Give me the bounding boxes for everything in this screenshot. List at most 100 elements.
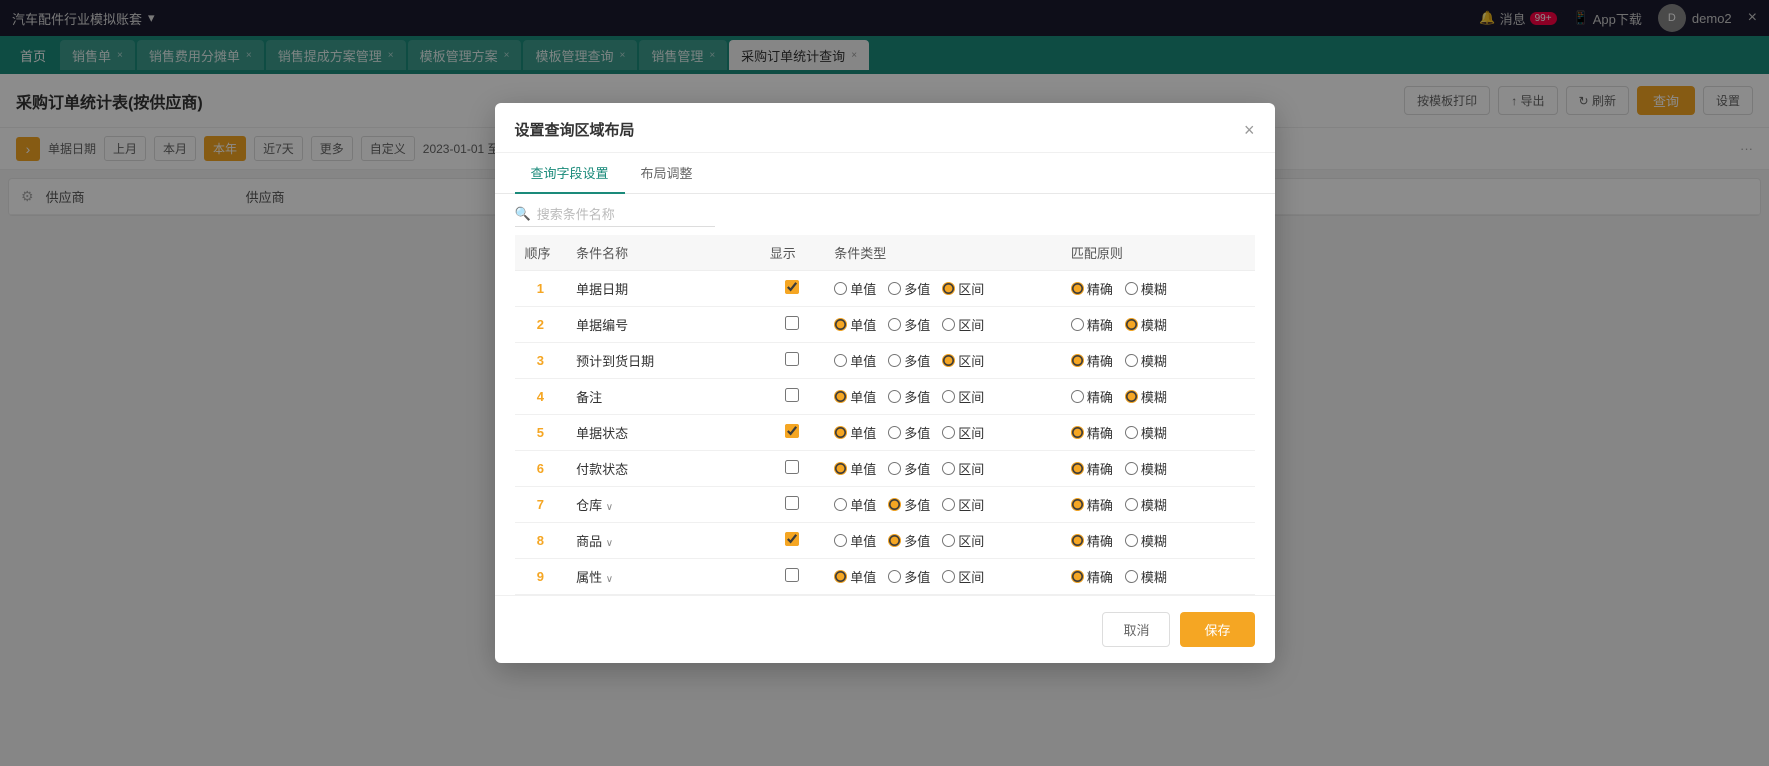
type-multi-8[interactable]: 多值 bbox=[888, 567, 930, 586]
type-range-3[interactable]: 区间 bbox=[942, 387, 984, 406]
type-range-6[interactable]: 区间 bbox=[942, 495, 984, 514]
row-order-5: 6 bbox=[515, 451, 567, 487]
row-name-3: 备注 bbox=[566, 379, 760, 415]
modal-tab-layout[interactable]: 布局调整 bbox=[625, 153, 709, 194]
type-single-0[interactable]: 单值 bbox=[834, 279, 876, 298]
display-checkbox-3[interactable] bbox=[785, 388, 799, 402]
match-fuzzy-7[interactable]: 模糊 bbox=[1125, 531, 1167, 550]
match-fuzzy-1[interactable]: 模糊 bbox=[1125, 315, 1167, 334]
match-fuzzy-3[interactable]: 模糊 bbox=[1125, 387, 1167, 406]
row-display-4 bbox=[760, 415, 825, 451]
table-row: 2单据编号单值多值区间精确模糊 bbox=[515, 307, 1255, 343]
cancel-button[interactable]: 取消 bbox=[1102, 612, 1170, 647]
type-range-0[interactable]: 区间 bbox=[942, 279, 984, 298]
row-type-4: 单值多值区间 bbox=[824, 415, 1061, 451]
match-fuzzy-0[interactable]: 模糊 bbox=[1125, 279, 1167, 298]
display-checkbox-6[interactable] bbox=[785, 496, 799, 510]
type-single-5[interactable]: 单值 bbox=[834, 459, 876, 478]
match-exact-7[interactable]: 精确 bbox=[1071, 531, 1113, 550]
th-match: 匹配原则 bbox=[1061, 235, 1255, 271]
settings-modal: 设置查询区域布局 × 查询字段设置 布局调整 🔍 顺序 bbox=[495, 103, 1275, 663]
type-range-5[interactable]: 区间 bbox=[942, 459, 984, 478]
row-name-2: 预计到货日期 bbox=[566, 343, 760, 379]
type-single-1[interactable]: 单值 bbox=[834, 315, 876, 334]
type-single-6[interactable]: 单值 bbox=[834, 495, 876, 514]
type-single-4[interactable]: 单值 bbox=[834, 423, 876, 442]
type-multi-5[interactable]: 多值 bbox=[888, 459, 930, 478]
match-exact-6[interactable]: 精确 bbox=[1071, 495, 1113, 514]
modal-tabs: 查询字段设置 布局调整 bbox=[495, 153, 1275, 194]
row-order-6: 7 bbox=[515, 487, 567, 523]
row-match-6: 精确模糊 bbox=[1061, 487, 1255, 523]
type-range-4[interactable]: 区间 bbox=[942, 423, 984, 442]
row-display-0 bbox=[760, 271, 825, 307]
type-range-7[interactable]: 区间 bbox=[942, 531, 984, 550]
table-header-row: 顺序 条件名称 显示 条件类型 匹配原则 bbox=[515, 235, 1255, 271]
modal-tab-query-fields[interactable]: 查询字段设置 bbox=[515, 153, 625, 194]
row-order-1: 2 bbox=[515, 307, 567, 343]
modal-footer: 取消 保存 bbox=[495, 595, 1275, 663]
row-type-5: 单值多值区间 bbox=[824, 451, 1061, 487]
table-row: 6付款状态单值多值区间精确模糊 bbox=[515, 451, 1255, 487]
row-match-2: 精确模糊 bbox=[1061, 343, 1255, 379]
display-checkbox-7[interactable] bbox=[785, 532, 799, 546]
type-multi-0[interactable]: 多值 bbox=[888, 279, 930, 298]
type-single-8[interactable]: 单值 bbox=[834, 567, 876, 586]
table-row: 7仓库 ∨单值多值区间精确模糊 bbox=[515, 487, 1255, 523]
match-exact-0[interactable]: 精确 bbox=[1071, 279, 1113, 298]
match-fuzzy-6[interactable]: 模糊 bbox=[1125, 495, 1167, 514]
search-input-wrap: 🔍 bbox=[515, 206, 715, 227]
match-exact-1[interactable]: 精确 bbox=[1071, 315, 1113, 334]
th-name: 条件名称 bbox=[566, 235, 760, 271]
type-multi-4[interactable]: 多值 bbox=[888, 423, 930, 442]
row-type-3: 单值多值区间 bbox=[824, 379, 1061, 415]
type-multi-3[interactable]: 多值 bbox=[888, 387, 930, 406]
row-match-0: 精确模糊 bbox=[1061, 271, 1255, 307]
row-order-8: 9 bbox=[515, 559, 567, 595]
row-order-2: 3 bbox=[515, 343, 567, 379]
type-range-1[interactable]: 区间 bbox=[942, 315, 984, 334]
table-row: 9属性 ∨单值多值区间精确模糊 bbox=[515, 559, 1255, 595]
type-multi-2[interactable]: 多值 bbox=[888, 351, 930, 370]
type-multi-1[interactable]: 多值 bbox=[888, 315, 930, 334]
match-fuzzy-2[interactable]: 模糊 bbox=[1125, 351, 1167, 370]
row-name-4: 单据状态 bbox=[566, 415, 760, 451]
row-name-7: 商品 ∨ bbox=[566, 523, 760, 559]
match-exact-4[interactable]: 精确 bbox=[1071, 423, 1113, 442]
match-exact-8[interactable]: 精确 bbox=[1071, 567, 1113, 586]
row-name-5: 付款状态 bbox=[566, 451, 760, 487]
row-display-7 bbox=[760, 523, 825, 559]
display-checkbox-5[interactable] bbox=[785, 460, 799, 474]
search-icon: 🔍 bbox=[515, 206, 531, 222]
row-display-8 bbox=[760, 559, 825, 595]
type-multi-6[interactable]: 多值 bbox=[888, 495, 930, 514]
match-exact-3[interactable]: 精确 bbox=[1071, 387, 1113, 406]
row-type-1: 单值多值区间 bbox=[824, 307, 1061, 343]
match-exact-2[interactable]: 精确 bbox=[1071, 351, 1113, 370]
display-checkbox-1[interactable] bbox=[785, 316, 799, 330]
type-single-2[interactable]: 单值 bbox=[834, 351, 876, 370]
row-name-6: 仓库 ∨ bbox=[566, 487, 760, 523]
type-multi-7[interactable]: 多值 bbox=[888, 531, 930, 550]
display-checkbox-4[interactable] bbox=[785, 424, 799, 438]
row-display-2 bbox=[760, 343, 825, 379]
display-checkbox-8[interactable] bbox=[785, 568, 799, 582]
type-range-2[interactable]: 区间 bbox=[942, 351, 984, 370]
match-fuzzy-5[interactable]: 模糊 bbox=[1125, 459, 1167, 478]
match-fuzzy-8[interactable]: 模糊 bbox=[1125, 567, 1167, 586]
modal-close-button[interactable]: × bbox=[1244, 121, 1255, 139]
match-exact-5[interactable]: 精确 bbox=[1071, 459, 1113, 478]
row-type-6: 单值多值区间 bbox=[824, 487, 1061, 523]
display-checkbox-2[interactable] bbox=[785, 352, 799, 366]
type-single-7[interactable]: 单值 bbox=[834, 531, 876, 550]
row-match-3: 精确模糊 bbox=[1061, 379, 1255, 415]
save-button[interactable]: 保存 bbox=[1180, 612, 1254, 647]
search-input[interactable] bbox=[537, 207, 715, 222]
type-range-8[interactable]: 区间 bbox=[942, 567, 984, 586]
row-match-1: 精确模糊 bbox=[1061, 307, 1255, 343]
match-fuzzy-4[interactable]: 模糊 bbox=[1125, 423, 1167, 442]
display-checkbox-0[interactable] bbox=[785, 280, 799, 294]
row-match-7: 精确模糊 bbox=[1061, 523, 1255, 559]
modal-table-wrap: 顺序 条件名称 显示 条件类型 匹配原则 1单据日期单值多值区间精确模糊2单据编… bbox=[495, 235, 1275, 595]
type-single-3[interactable]: 单值 bbox=[834, 387, 876, 406]
